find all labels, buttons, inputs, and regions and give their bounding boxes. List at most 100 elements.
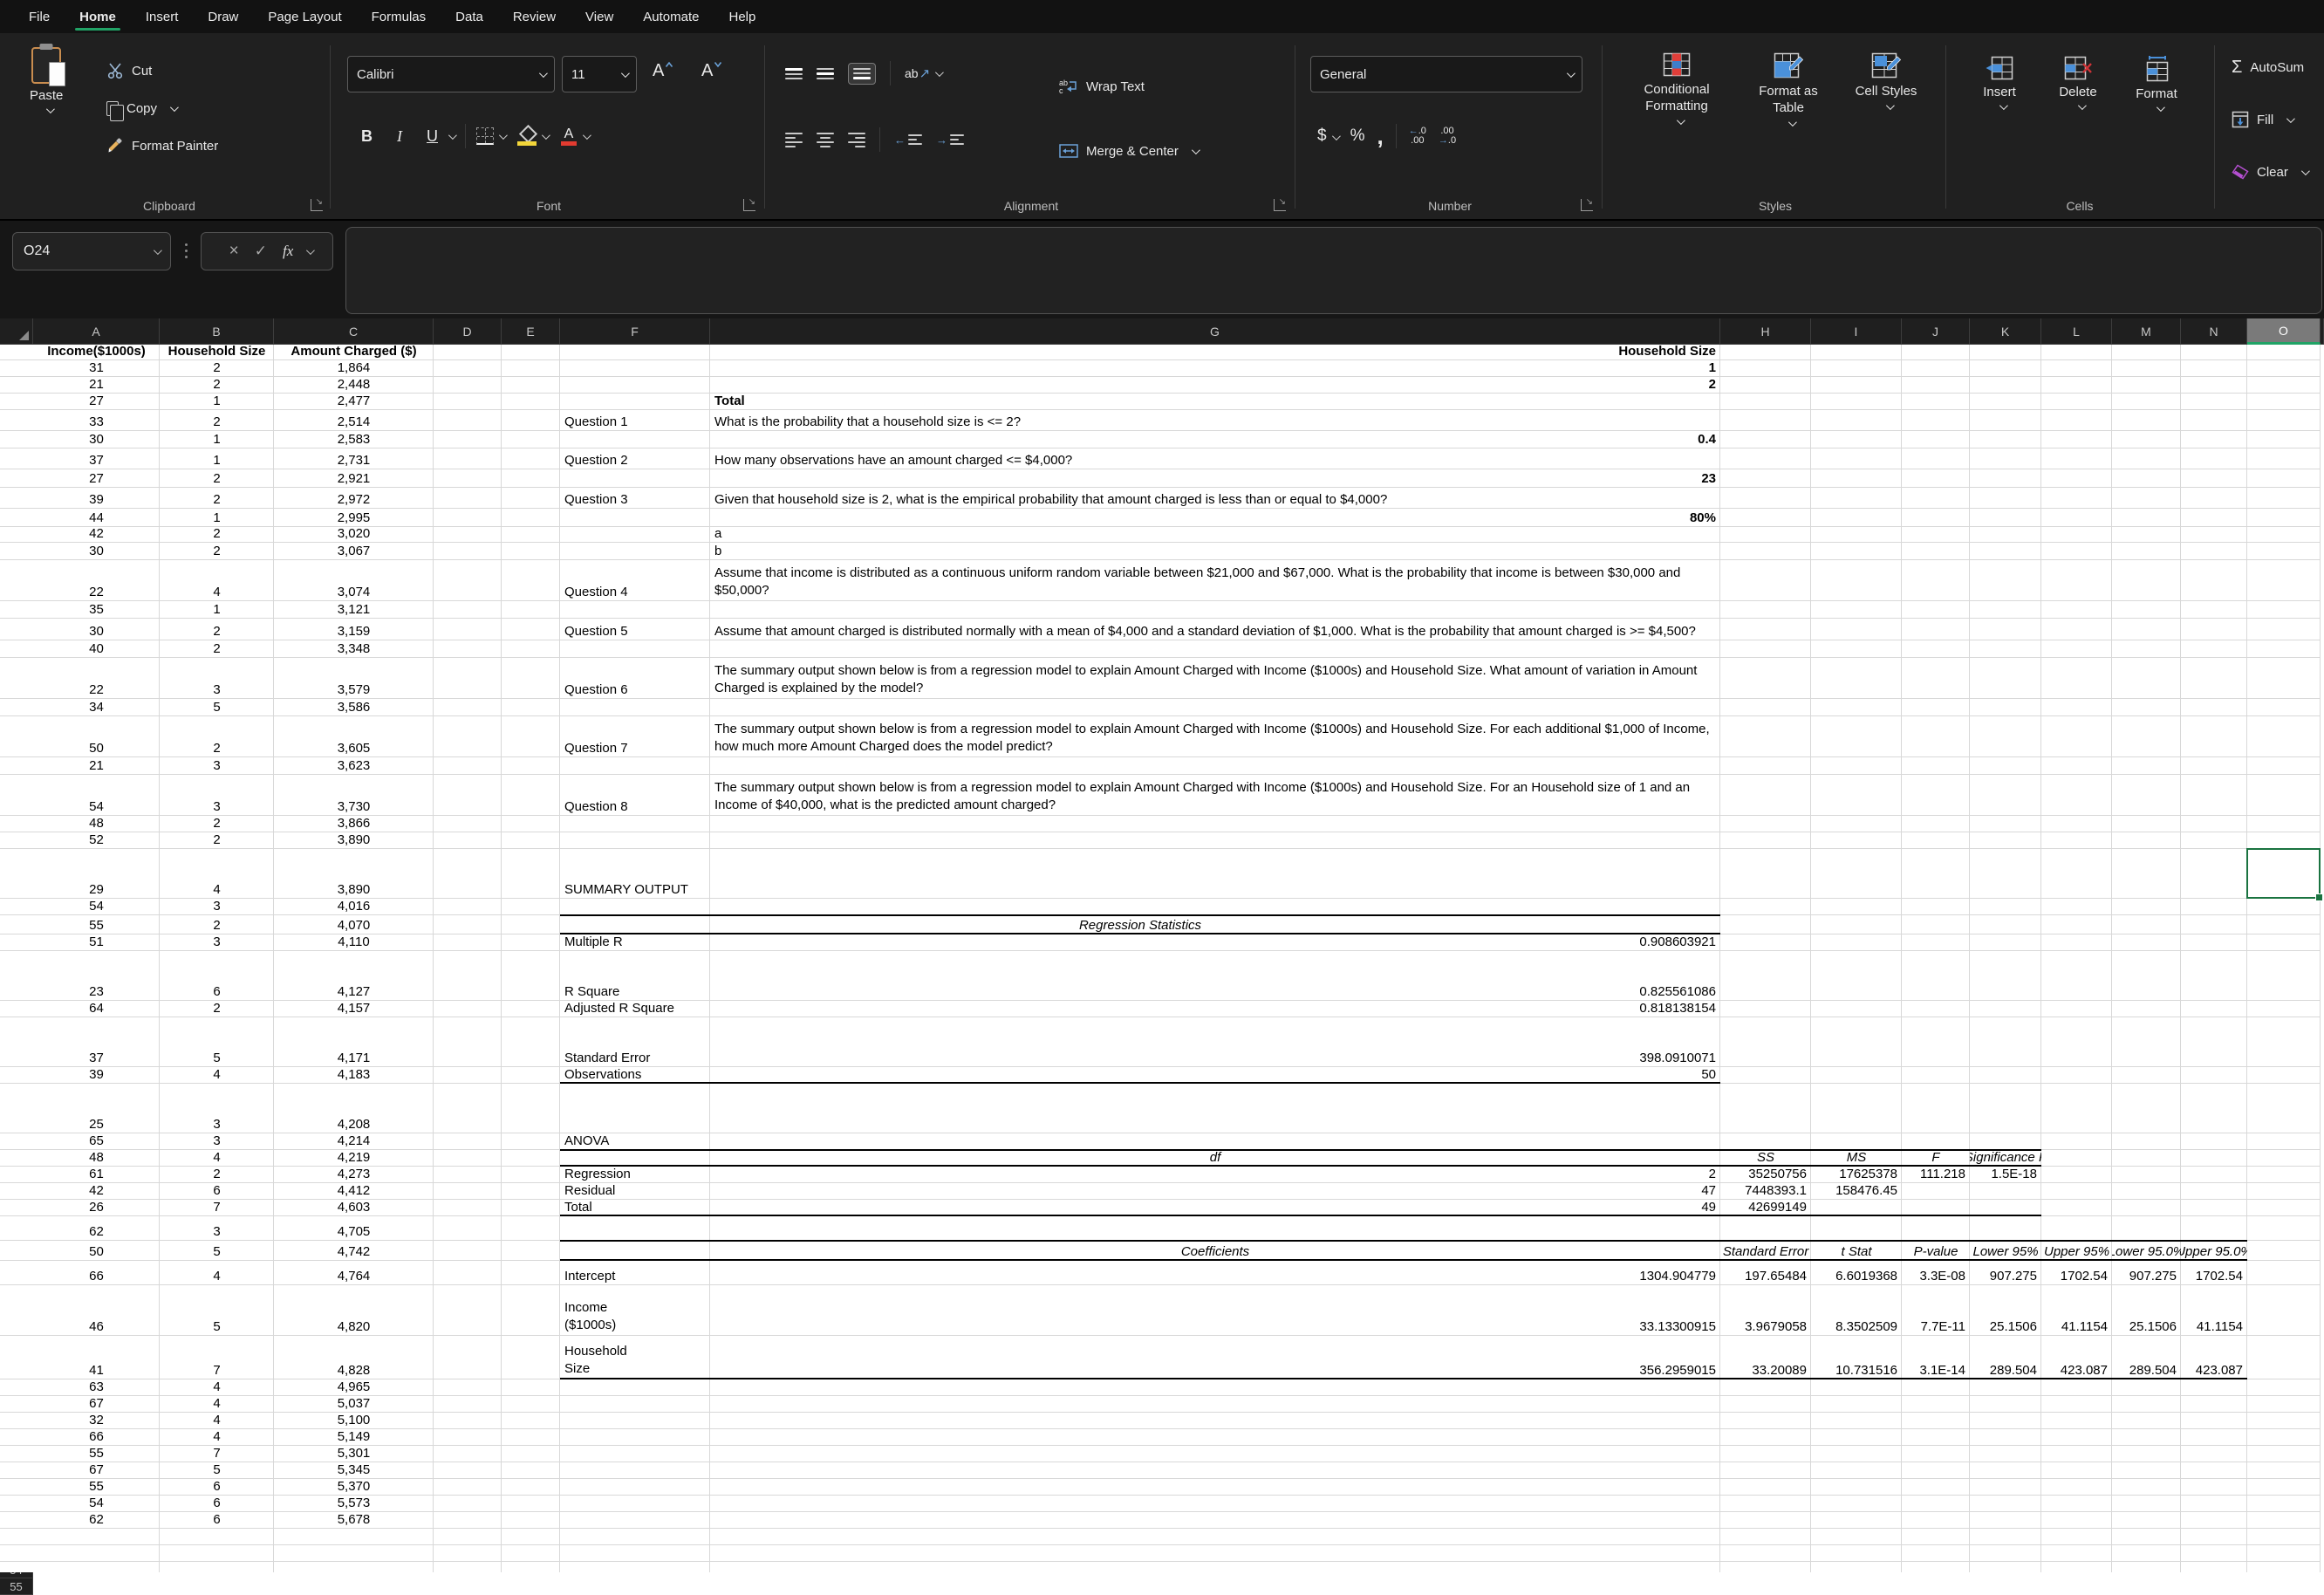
cell-C41[interactable]: 4,820 bbox=[274, 1285, 434, 1336]
cell-A50[interactable]: 54 bbox=[33, 1496, 160, 1512]
cell-C48[interactable]: 5,345 bbox=[274, 1462, 434, 1479]
cell-A17[interactable]: 22 bbox=[33, 658, 160, 699]
cell-J40[interactable]: 3.3E-08 bbox=[1902, 1261, 1970, 1285]
cell-L39[interactable]: Upper 95% bbox=[2041, 1241, 2112, 1261]
cell-C4[interactable]: 2,477 bbox=[274, 394, 434, 410]
cell-C27[interactable]: 4,110 bbox=[274, 934, 434, 951]
cell-G21[interactable]: The summary output shown below is from a… bbox=[710, 775, 1720, 816]
cell-F7[interactable]: Question 2 bbox=[560, 448, 710, 469]
cell-G2[interactable]: 1 bbox=[710, 360, 1720, 377]
cell-A21[interactable]: 54 bbox=[33, 775, 160, 816]
cell-B1[interactable]: Household Size bbox=[160, 345, 274, 360]
cell-C20[interactable]: 3,623 bbox=[274, 757, 434, 775]
increase-decimal-button[interactable]: ←.0.00 bbox=[1409, 127, 1426, 146]
cell-B48[interactable]: 5 bbox=[160, 1462, 274, 1479]
fill-button[interactable]: Fill bbox=[2226, 105, 2298, 134]
cell-A18[interactable]: 34 bbox=[33, 699, 160, 716]
cell-C47[interactable]: 5,301 bbox=[274, 1446, 434, 1462]
cell-A37[interactable]: 26 bbox=[33, 1200, 160, 1216]
cell-C49[interactable]: 5,370 bbox=[274, 1479, 434, 1496]
cell-A28[interactable]: 23 bbox=[33, 951, 160, 1001]
format-painter-button[interactable]: Format Painter bbox=[101, 131, 223, 161]
cell-F5[interactable]: Question 1 bbox=[560, 410, 710, 431]
align-right-icon[interactable] bbox=[848, 133, 865, 147]
cell-B7[interactable]: 1 bbox=[160, 448, 274, 469]
cell-B43[interactable]: 4 bbox=[160, 1379, 274, 1396]
decrease-font-size-button[interactable]: A bbox=[701, 61, 722, 81]
cell-B36[interactable]: 6 bbox=[160, 1183, 274, 1200]
cell-C3[interactable]: 2,448 bbox=[274, 377, 434, 394]
merge-center-button[interactable]: Merge & Center bbox=[1054, 136, 1203, 166]
increase-font-size-button[interactable]: A bbox=[653, 61, 673, 81]
cell-B17[interactable]: 3 bbox=[160, 658, 274, 699]
cell-A3[interactable]: 21 bbox=[33, 377, 160, 394]
cell-J39[interactable]: P-value bbox=[1902, 1241, 1970, 1261]
cell-C33[interactable]: 4,214 bbox=[274, 1133, 434, 1150]
column-header-H[interactable]: H bbox=[1720, 318, 1811, 345]
cell-F26[interactable]: Regression Statistics bbox=[560, 915, 1720, 934]
cell-M40[interactable]: 907.275 bbox=[2112, 1261, 2181, 1285]
cell-G41[interactable]: 33.13300915 bbox=[710, 1285, 1720, 1336]
cell-B10[interactable]: 1 bbox=[160, 509, 274, 527]
cell-G8[interactable]: 23 bbox=[710, 469, 1720, 488]
cell-F17[interactable]: Question 6 bbox=[560, 658, 710, 699]
cell-I35[interactable]: 17625378 bbox=[1811, 1167, 1902, 1183]
cell-B15[interactable]: 2 bbox=[160, 619, 274, 640]
cell-A13[interactable]: 22 bbox=[33, 560, 160, 601]
decrease-decimal-button[interactable]: .00→.0 bbox=[1439, 127, 1456, 146]
cell-B31[interactable]: 4 bbox=[160, 1067, 274, 1084]
cell-N41[interactable]: 41.1154 bbox=[2181, 1285, 2247, 1336]
cell-A25[interactable]: 54 bbox=[33, 899, 160, 915]
menu-tab-automate[interactable]: Automate bbox=[628, 0, 714, 33]
cell-G10[interactable]: 80% bbox=[710, 509, 1720, 527]
cell-A4[interactable]: 27 bbox=[33, 394, 160, 410]
select-all-corner[interactable] bbox=[0, 318, 33, 345]
paste-button[interactable]: Paste bbox=[30, 47, 63, 113]
cell-A30[interactable]: 37 bbox=[33, 1017, 160, 1067]
cell-F28[interactable]: R Square bbox=[560, 951, 710, 1001]
cell-B22[interactable]: 2 bbox=[160, 816, 274, 832]
alignment-dialog-launcher[interactable]: ↘ bbox=[1274, 199, 1286, 211]
cell-A16[interactable]: 40 bbox=[33, 640, 160, 658]
cell-C40[interactable]: 4,764 bbox=[274, 1261, 434, 1285]
menu-tab-review[interactable]: Review bbox=[498, 0, 571, 33]
cell-A47[interactable]: 55 bbox=[33, 1446, 160, 1462]
cell-A9[interactable]: 39 bbox=[33, 488, 160, 509]
cell-B18[interactable]: 5 bbox=[160, 699, 274, 716]
cell-L42[interactable]: 423.087 bbox=[2041, 1336, 2112, 1379]
cell-G28[interactable]: 0.825561086 bbox=[710, 951, 1720, 1001]
cell-J35[interactable]: 111.218 bbox=[1902, 1167, 1970, 1183]
enter-check-icon[interactable]: ✓ bbox=[247, 243, 275, 260]
column-header-N[interactable]: N bbox=[2181, 318, 2247, 345]
number-format-select[interactable]: General bbox=[1310, 56, 1582, 92]
cell-B8[interactable]: 2 bbox=[160, 469, 274, 488]
cell-A31[interactable]: 39 bbox=[33, 1067, 160, 1084]
cell-B3[interactable]: 2 bbox=[160, 377, 274, 394]
cell-A44[interactable]: 67 bbox=[33, 1396, 160, 1413]
cell-A19[interactable]: 50 bbox=[33, 716, 160, 757]
cell-C17[interactable]: 3,579 bbox=[274, 658, 434, 699]
cell-G27[interactable]: 0.908603921 bbox=[710, 934, 1720, 951]
cell-A6[interactable]: 30 bbox=[33, 431, 160, 448]
cell-A34[interactable]: 48 bbox=[33, 1150, 160, 1167]
cell-B26[interactable]: 2 bbox=[160, 915, 274, 934]
cell-F9[interactable]: Question 3 bbox=[560, 488, 710, 509]
cell-F27[interactable]: Multiple R bbox=[560, 934, 710, 951]
column-header-O[interactable]: O bbox=[2247, 318, 2321, 345]
cell-B4[interactable]: 1 bbox=[160, 394, 274, 410]
menu-tab-insert[interactable]: Insert bbox=[131, 0, 194, 33]
wrap-text-button[interactable]: abc Wrap Text bbox=[1054, 72, 1150, 101]
cell-J41[interactable]: 7.7E-11 bbox=[1902, 1285, 1970, 1336]
insert-cells-button[interactable]: Insert bbox=[1965, 56, 2034, 110]
cell-C29[interactable]: 4,157 bbox=[274, 1001, 434, 1017]
column-header-K[interactable]: K bbox=[1970, 318, 2041, 345]
cell-I36[interactable]: 158476.45 bbox=[1811, 1183, 1902, 1200]
cell-M41[interactable]: 25.1506 bbox=[2112, 1285, 2181, 1336]
cell-C31[interactable]: 4,183 bbox=[274, 1067, 434, 1084]
cell-A49[interactable]: 55 bbox=[33, 1479, 160, 1496]
cell-M42[interactable]: 289.504 bbox=[2112, 1336, 2181, 1379]
cell-A1[interactable]: Income($1000s) bbox=[33, 345, 160, 360]
cell-H36[interactable]: 7448393.1 bbox=[1720, 1183, 1811, 1200]
cell-C5[interactable]: 2,514 bbox=[274, 410, 434, 431]
clear-button[interactable]: Clear bbox=[2226, 157, 2313, 187]
